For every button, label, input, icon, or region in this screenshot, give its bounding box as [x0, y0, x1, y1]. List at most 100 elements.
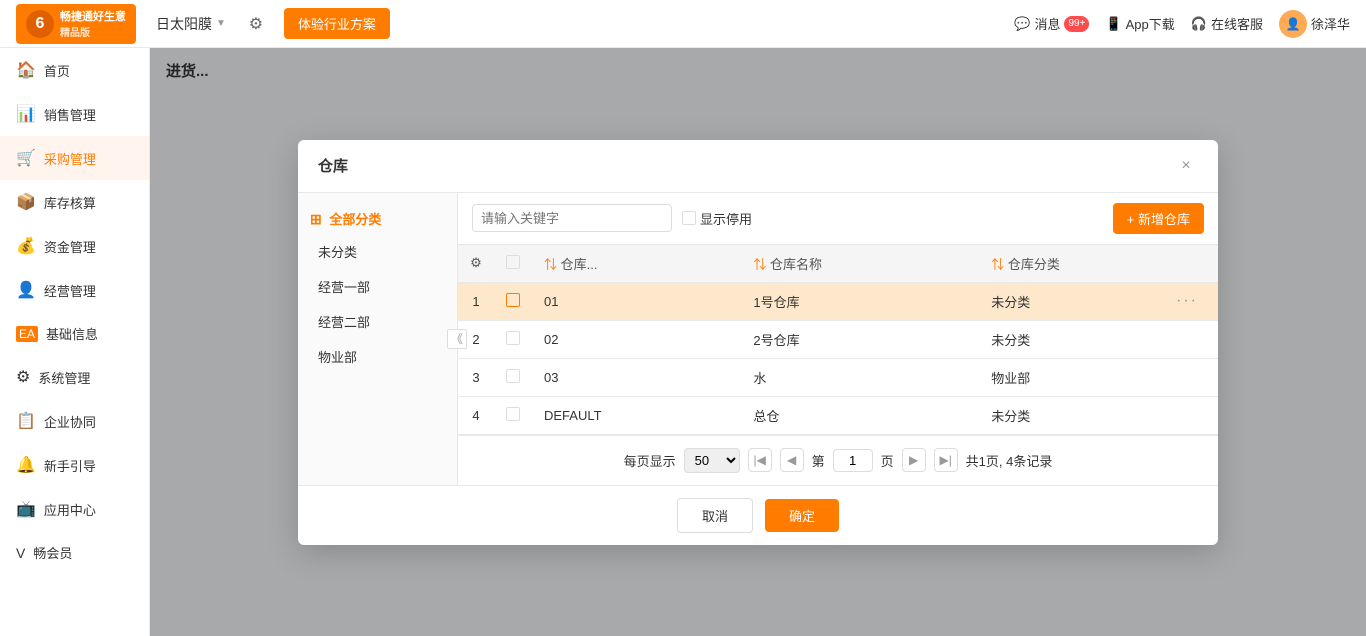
select-all-checkbox[interactable]	[506, 255, 520, 269]
purchase-icon: 🛒	[16, 148, 36, 168]
category-item-unclassified[interactable]: 未分类	[298, 234, 457, 269]
next-page-button[interactable]: ▶	[902, 448, 926, 472]
row-checkbox[interactable]	[494, 358, 532, 396]
main-content: 首页 进货... 进货... 仓库 ×	[150, 48, 1366, 636]
sidebar-label-newbie: 新手引导	[44, 456, 96, 475]
operation-icon: 👤	[16, 280, 36, 300]
settings-icon[interactable]: ⚙	[240, 8, 272, 40]
messages-item[interactable]: 💬 消息 99+	[1014, 14, 1089, 33]
sales-icon: 📊	[16, 104, 36, 124]
table-panel: 🔍 显示停用 + 新增仓库	[458, 193, 1218, 485]
total-label: 共1页, 4条记录	[966, 451, 1053, 470]
sidebar-label-system: 系统管理	[38, 368, 90, 387]
page-label: 页	[881, 451, 894, 470]
dialog-header: 仓库 ×	[298, 140, 1218, 193]
row-checkbox[interactable]	[494, 320, 532, 358]
confirm-button[interactable]: 确定	[765, 499, 839, 532]
col-category: ⇅ 仓库分类	[979, 245, 1218, 283]
show-disabled-checkbox[interactable]	[682, 211, 696, 225]
show-disabled-text: 显示停用	[700, 209, 752, 228]
table-row[interactable]: 1 01 1号仓库 未分类 ···	[458, 282, 1218, 320]
category-item-property[interactable]: 物业部	[298, 339, 457, 374]
row-code: DEFAULT	[532, 396, 741, 434]
store-selector[interactable]: 日太阳膜 ▼	[156, 14, 230, 34]
sidebar-item-purchase[interactable]: 🛒 采购管理	[0, 136, 149, 180]
sidebar-label-enterprise: 企业协同	[44, 412, 96, 431]
avatar: 👤	[1279, 10, 1307, 38]
finance-icon: 💰	[16, 236, 36, 256]
gear-icon: ⚙	[470, 255, 482, 270]
row-name: 水	[741, 358, 979, 396]
page-input[interactable]	[833, 449, 873, 472]
col-name: ⇅ 仓库名称	[741, 245, 979, 283]
category-header-label: 全部分类	[329, 212, 381, 227]
sidebar-label-inventory: 库存核算	[44, 193, 96, 212]
table-toolbar: 🔍 显示停用 + 新增仓库	[458, 193, 1218, 245]
message-icon: 💬	[1014, 16, 1030, 32]
last-page-button[interactable]: ▶|	[934, 448, 958, 472]
row-category: 未分类	[979, 320, 1218, 358]
message-badge: 99+	[1064, 16, 1089, 32]
sidebar-item-newbie[interactable]: 🔔 新手引导	[0, 443, 149, 487]
close-icon[interactable]: ×	[1174, 154, 1198, 178]
sidebar-label-basic: 基础信息	[46, 324, 98, 343]
search-icon-button[interactable]: 🔍	[665, 205, 672, 231]
sidebar-item-sales[interactable]: 📊 销售管理	[0, 92, 149, 136]
row-checkbox[interactable]	[494, 396, 532, 434]
show-disabled-label[interactable]: 显示停用	[682, 209, 752, 228]
row-code: 02	[532, 320, 741, 358]
category-item-dept1[interactable]: 经营一部	[298, 269, 457, 304]
warehouse-table: ⚙ ⇅ 仓库... ⇅ 仓库名称	[458, 245, 1218, 435]
search-input[interactable]	[473, 206, 665, 231]
sidebar-item-operation[interactable]: 👤 经营管理	[0, 268, 149, 312]
user-item[interactable]: 👤 徐泽华	[1279, 10, 1350, 38]
sidebar-item-basic[interactable]: EA 基础信息	[0, 312, 149, 355]
username: 徐泽华	[1311, 14, 1350, 33]
row-index: 3	[458, 358, 494, 396]
first-page-button[interactable]: |◀	[748, 448, 772, 472]
table-row[interactable]: 3 03 水 物业部	[458, 358, 1218, 396]
row-action-dots[interactable]: ···	[1176, 292, 1198, 310]
search-box: 🔍	[472, 204, 672, 232]
dialog-title: 仓库	[318, 155, 348, 176]
table-row[interactable]: 2 02 2号仓库 未分类	[458, 320, 1218, 358]
row-category: 物业部	[979, 358, 1218, 396]
collapse-button[interactable]: 《	[447, 329, 467, 349]
sidebar-label-home: 首页	[44, 61, 70, 80]
system-icon: ⚙	[16, 367, 30, 387]
trial-button[interactable]: 体验行业方案	[284, 8, 390, 39]
prev-page-button[interactable]: ◀	[780, 448, 804, 472]
category-item-dept2[interactable]: 经营二部	[298, 304, 457, 339]
main-layout: 🏠 首页 📊 销售管理 🛒 采购管理 📦 库存核算 💰 资金管理 👤 经营管理 …	[0, 48, 1366, 636]
sidebar-item-finance[interactable]: 💰 资金管理	[0, 224, 149, 268]
sidebar-label-appcenter: 应用中心	[44, 500, 96, 519]
cancel-button[interactable]: 取消	[677, 498, 753, 533]
grid-icon: ⊞	[310, 211, 322, 227]
online-service-item[interactable]: 🎧 在线客服	[1191, 14, 1263, 33]
sidebar-item-system[interactable]: ⚙ 系统管理	[0, 355, 149, 399]
header-right: 💬 消息 99+ 📱 App下载 🎧 在线客服 👤 徐泽华	[1014, 10, 1350, 38]
row-index: 1	[458, 282, 494, 320]
per-page-select[interactable]: 50 100 200	[684, 448, 740, 473]
sidebar-label-sales: 销售管理	[44, 105, 96, 124]
row-category: 未分类	[979, 396, 1218, 434]
sort-icon: ⇅	[544, 257, 557, 272]
category-header[interactable]: ⊞ 全部分类	[298, 203, 457, 234]
sidebar-item-inventory[interactable]: 📦 库存核算	[0, 180, 149, 224]
new-warehouse-button[interactable]: + 新增仓库	[1113, 203, 1204, 234]
row-code: 01	[532, 282, 741, 320]
dialog-body: ⊞ 全部分类 《 未分类 经营一部 经营二部 物业部	[298, 193, 1218, 485]
sidebar-item-appcenter[interactable]: 📺 应用中心	[0, 487, 149, 531]
table-row[interactable]: 4 DEFAULT 总仓 未分类	[458, 396, 1218, 434]
category-panel: ⊞ 全部分类 《 未分类 经营一部 经营二部 物业部	[298, 193, 458, 485]
sidebar-item-member[interactable]: V 畅会员	[0, 531, 149, 574]
appcenter-icon: 📺	[16, 499, 36, 519]
per-page-label: 每页显示	[624, 451, 676, 470]
sidebar-item-home[interactable]: 🏠 首页	[0, 48, 149, 92]
row-code: 03	[532, 358, 741, 396]
app-download-item[interactable]: 📱 App下载	[1105, 14, 1174, 33]
store-arrow-icon: ▼	[216, 18, 226, 29]
logo-icon: 6	[26, 10, 54, 38]
sidebar-item-enterprise[interactable]: 📋 企业协同	[0, 399, 149, 443]
row-checkbox[interactable]	[494, 282, 532, 320]
